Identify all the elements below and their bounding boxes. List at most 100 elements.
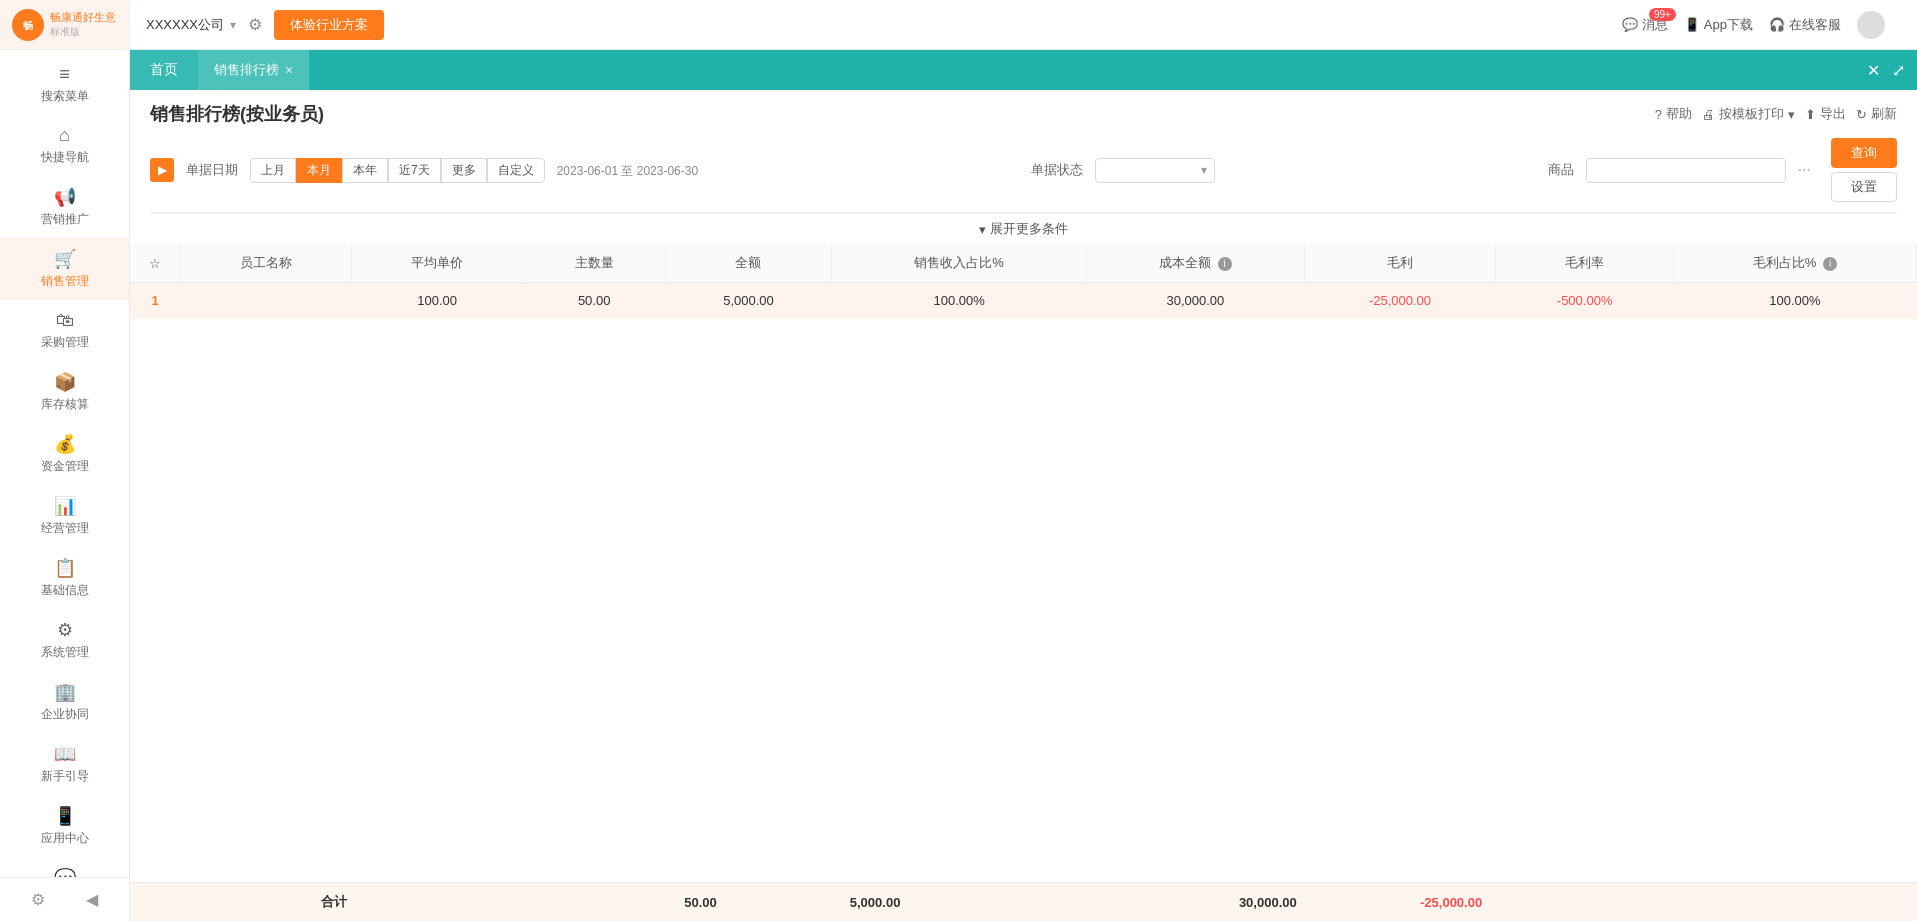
cell-amount: 5,000.00 bbox=[665, 283, 831, 319]
col-amount: 全额 bbox=[665, 244, 831, 283]
col-rank: ☆ bbox=[130, 244, 180, 283]
table-scroll[interactable]: ☆ 员工名称 平均单价 主数量 全额 销售收入占比% 成本全额 i 毛利 毛利率… bbox=[130, 244, 1917, 882]
col-gross-rate: 毛利率 bbox=[1496, 244, 1673, 283]
sidebar-collapse-icon[interactable]: ◀ bbox=[86, 890, 98, 909]
cell-gross-pct: 100.00% bbox=[1673, 283, 1916, 319]
marketing-label: 营销推广 bbox=[41, 211, 89, 228]
sidebar-item-inventory[interactable]: 📦库存核算 bbox=[0, 361, 129, 423]
tab-minimize-icon[interactable]: ✕ bbox=[1867, 61, 1880, 80]
query-settings-group: 查询 设置 bbox=[1831, 138, 1897, 202]
date-range-text: 2023-06-01 至 2023-06-30 bbox=[557, 163, 698, 180]
filter-expand-btn[interactable]: ▶ bbox=[150, 158, 174, 182]
sidebar: 畅 畅康通好生意 标准版 ≡ 搜索菜单 ⌂快捷导航 📢 营销推广 🛒 销售管理 🛍采购管理📦库… bbox=[0, 0, 130, 921]
sidebar-item-system[interactable]: ⚙系统管理 bbox=[0, 609, 129, 671]
footer-main-qty: 50.00 bbox=[613, 893, 788, 911]
sidebar-item-wechat[interactable]: 💬企业微信 bbox=[0, 857, 129, 877]
footer-cost: 30,000.00 bbox=[1172, 893, 1364, 911]
status-select[interactable] bbox=[1095, 158, 1215, 183]
enterprise-icon: 🏢 bbox=[54, 681, 76, 703]
avatar[interactable] bbox=[1857, 11, 1885, 39]
sales-icon: 🛒 bbox=[54, 248, 76, 270]
marketing-icon: 📢 bbox=[54, 186, 76, 208]
sidebar-item-marketing[interactable]: 📢 营销推广 bbox=[0, 176, 129, 238]
cell-gross: -25,000.00 bbox=[1304, 283, 1496, 319]
search-label: 搜索菜单 bbox=[41, 88, 89, 105]
expand-more-btn[interactable]: ▾ 展开更多条件 bbox=[150, 213, 1897, 244]
footer-table: 合计 50.00 5,000.00 30,000.00 -25,000.00 bbox=[142, 893, 1905, 911]
expand-icon: ▾ bbox=[979, 222, 986, 237]
cell-sales-pct: 100.00% bbox=[832, 283, 1087, 319]
content-area: 销售排行榜(按业务员) ? 帮助 🖨 按模板打印 ▾ ⬆ 导出 bbox=[130, 90, 1917, 921]
company-selector[interactable]: XXXXXX公司 ▾ bbox=[146, 16, 236, 34]
sidebar-item-basic-info[interactable]: 📋基础信息 bbox=[0, 547, 129, 609]
date-btn-prev-month[interactable]: 上月 bbox=[250, 158, 296, 183]
sidebar-item-search[interactable]: ≡ 搜索菜单 bbox=[0, 54, 129, 115]
sidebar-item-operations[interactable]: 📊经营管理 bbox=[0, 485, 129, 547]
search-icon: ≡ bbox=[59, 64, 70, 85]
col-gross: 毛利 bbox=[1304, 244, 1496, 283]
refresh-label: 刷新 bbox=[1871, 105, 1897, 123]
system-icon: ⚙ bbox=[57, 619, 73, 641]
date-range-display: 2023-06-01 至 2023-06-30 bbox=[557, 160, 698, 180]
online-service-button[interactable]: 🎧 在线客服 bbox=[1769, 16, 1841, 34]
cell-main-qty: 50.00 bbox=[523, 283, 666, 319]
refresh-icon: ↻ bbox=[1856, 107, 1867, 122]
date-btn-custom[interactable]: 自定义 bbox=[487, 158, 545, 183]
export-button[interactable]: ⬆ 导出 bbox=[1805, 105, 1846, 123]
cost-info-icon[interactable]: i bbox=[1218, 257, 1232, 271]
tab-home[interactable]: 首页 bbox=[130, 50, 198, 90]
date-btn-current-year[interactable]: 本年 bbox=[342, 158, 388, 183]
svg-text:畅: 畅 bbox=[23, 20, 33, 31]
footer-amount: 5,000.00 bbox=[788, 893, 963, 911]
help-button[interactable]: ? 帮助 bbox=[1655, 105, 1692, 123]
sidebar-item-enterprise[interactable]: 🏢 企业协同 bbox=[0, 671, 129, 733]
sidebar-logo: 畅 畅康通好生意 标准版 bbox=[0, 0, 129, 50]
gross-pct-info-icon[interactable]: i bbox=[1823, 257, 1837, 271]
cell-rank: 1 bbox=[130, 283, 180, 319]
status-select-wrapper bbox=[1095, 158, 1215, 183]
tab-close-icon[interactable]: × bbox=[285, 62, 293, 78]
print-button[interactable]: 🖨 按模板打印 ▾ bbox=[1702, 105, 1795, 123]
online-service-label: 在线客服 bbox=[1789, 16, 1841, 34]
sidebar-item-sales[interactable]: 🛒 销售管理 bbox=[0, 238, 129, 300]
print-icon: 🖨 bbox=[1702, 107, 1715, 122]
tab-home-label: 首页 bbox=[150, 61, 178, 79]
table-area: ☆ 员工名称 平均单价 主数量 全额 销售收入占比% 成本全额 i 毛利 毛利率… bbox=[130, 244, 1917, 921]
tabbar: 首页 销售排行榜 × ✕ ⤢ bbox=[130, 50, 1917, 90]
app-download-button[interactable]: 📱 App下载 bbox=[1684, 16, 1753, 34]
goods-input[interactable] bbox=[1586, 158, 1786, 183]
refresh-button[interactable]: ↻ 刷新 bbox=[1856, 105, 1897, 123]
page-header: 销售排行榜(按业务员) ? 帮助 🖨 按模板打印 ▾ ⬆ 导出 bbox=[130, 90, 1917, 244]
settings-button[interactable]: 设置 bbox=[1831, 172, 1897, 202]
tab-restore-icon[interactable]: ⤢ bbox=[1892, 61, 1905, 80]
app-center-label: 应用中心 bbox=[41, 830, 89, 847]
sidebar-item-quick-nav[interactable]: ⌂快捷导航 bbox=[0, 115, 129, 176]
guide-label: 新手引导 bbox=[41, 768, 89, 785]
filter-bar: ▶ 单据日期 上月 本月 本年 近7天 更多 自定义 2023-06-01 至 … bbox=[150, 138, 1897, 244]
date-btn-current-month[interactable]: 本月 bbox=[296, 158, 342, 183]
main-area: XXXXXX公司 ▾ ⚙ 体验行业方案 💬 消息 99+ 📱 App下载 🎧 在… bbox=[130, 0, 1917, 921]
tab-sales-ranking[interactable]: 销售排行榜 × bbox=[198, 50, 309, 90]
print-dropdown-icon: ▾ bbox=[1788, 107, 1795, 122]
help-label: 帮助 bbox=[1666, 105, 1692, 123]
sales-label: 销售管理 bbox=[41, 273, 89, 290]
date-btn-7days[interactable]: 近7天 bbox=[388, 158, 441, 183]
app-download-icon: 📱 bbox=[1684, 17, 1700, 32]
goods-more-icon[interactable]: ··· bbox=[1798, 161, 1811, 179]
enterprise-label: 企业协同 bbox=[41, 706, 89, 723]
trial-button[interactable]: 体验行业方案 bbox=[274, 10, 384, 40]
cell-cost: 30,000.00 bbox=[1087, 283, 1304, 319]
sidebar-settings-icon[interactable]: ⚙ bbox=[31, 890, 45, 909]
app-version: 标准版 bbox=[50, 25, 116, 39]
topbar-settings-icon[interactable]: ⚙ bbox=[248, 15, 262, 34]
sidebar-item-purchase[interactable]: 🛍采购管理 bbox=[0, 300, 129, 361]
sidebar-item-guide[interactable]: 📖新手引导 bbox=[0, 733, 129, 795]
sidebar-item-app-center[interactable]: 📱应用中心 bbox=[0, 795, 129, 857]
message-button[interactable]: 💬 消息 99+ bbox=[1622, 16, 1668, 34]
query-button[interactable]: 查询 bbox=[1831, 138, 1897, 168]
operations-label: 经营管理 bbox=[41, 520, 89, 537]
sidebar-item-finance[interactable]: 💰资金管理 bbox=[0, 423, 129, 485]
date-btn-more[interactable]: 更多 bbox=[441, 158, 487, 183]
footer-gross-rate bbox=[1538, 893, 1713, 911]
tab-right-actions: ✕ ⤢ bbox=[1867, 50, 1917, 90]
